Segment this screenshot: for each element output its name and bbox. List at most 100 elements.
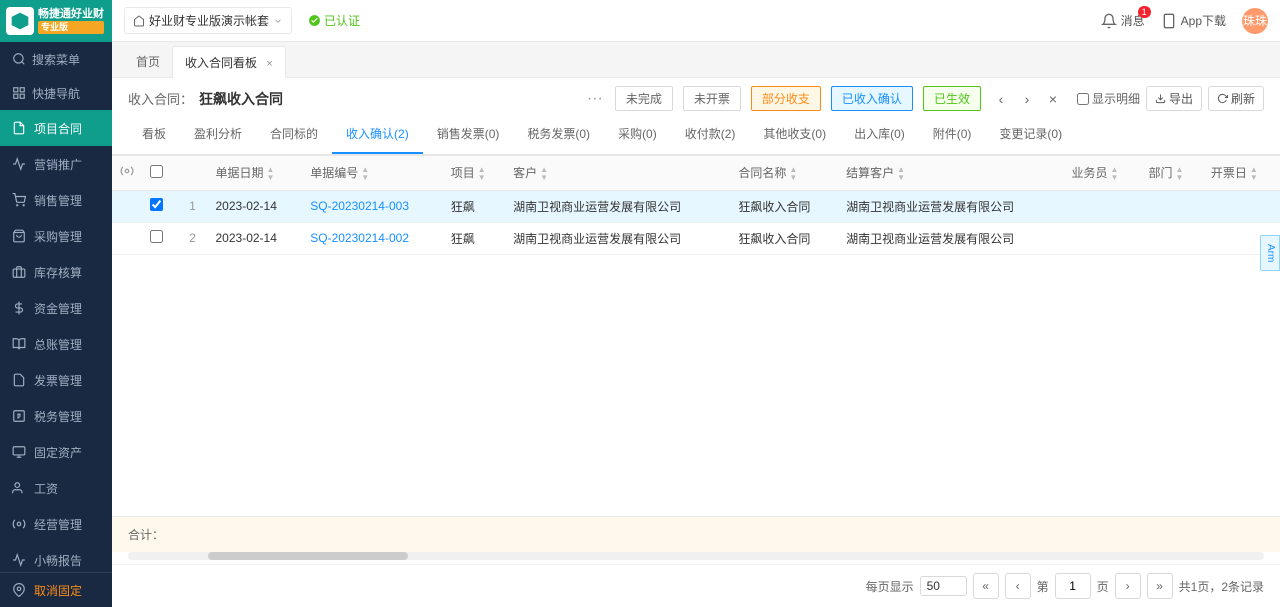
sub-tab-warehouse[interactable]: 出入库(0) [840,115,919,154]
status-uninvoiced[interactable]: 未开票 [683,86,741,111]
invoice-icon [10,371,28,389]
sub-tab-profit[interactable]: 盈利分析 [180,115,256,154]
breadcrumb-prefix: 收入合同： [128,89,193,108]
sales-icon [10,191,28,209]
purchase-icon [10,227,28,245]
sidebar-item-invoice-label: 发票管理 [34,372,82,389]
sidebar-logo: 畅捷通好业财 专业版 [0,0,112,42]
show-detail-label: 显示明细 [1092,90,1140,107]
status-confirmed[interactable]: 已收入确认 [831,86,913,111]
sidebar-item-purchase-label: 采购管理 [34,228,82,245]
sub-tab-other[interactable]: 其他收支(0) [749,115,840,154]
sub-tab-sales-invoice[interactable]: 销售发票(0) [423,115,514,154]
prev-page-btn[interactable]: ‹ [1005,573,1031,599]
hscroll-thumb[interactable] [208,552,408,560]
sidebar-item-inventory[interactable]: 库存核算 [0,254,112,290]
sidebar-item-contract[interactable]: 项目合同 [0,110,112,146]
table-row[interactable]: 1 2023-02-14 SQ-20230214-003 狂飙 湖南卫视商业运营… [112,190,1280,222]
sidebar-item-hr[interactable]: 工资 [0,470,112,506]
funds-icon [10,299,28,317]
tab-contract-board[interactable]: 收入合同看板 × [172,46,286,78]
table-container: 单据日期▲▼ 单据编号▲▼ 项目▲▼ 客户▲▼ 合同名称▲▼ 结算客户▲▼ 业务… [112,155,1280,516]
sidebar-item-tax[interactable]: 税务管理 [0,398,112,434]
last-page-btn[interactable]: » [1147,573,1173,599]
sub-tab-revenue[interactable]: 收入确认(2) [332,115,423,154]
page-suffix: 页 [1097,578,1109,595]
status-incomplete[interactable]: 未完成 [615,86,673,111]
tab-close-btn[interactable]: × [266,58,272,70]
sidebar-item-inventory-label: 库存核算 [34,264,82,281]
doc-link-0[interactable]: SQ-20230214-003 [310,199,409,213]
sidebar-item-contract-label: 项目合同 [34,120,82,137]
next-page-btn[interactable]: › [1115,573,1141,599]
row-checkbox-0[interactable] [150,198,163,211]
sidebar-item-accounting[interactable]: 总账管理 [0,326,112,362]
sidebar-bottom-unpin-label: 取消固定 [34,582,82,599]
nav-next-btn[interactable]: › [1017,89,1037,109]
app-download-label: App下载 [1181,12,1226,29]
sub-tab-payment[interactable]: 收付款(2) [671,115,750,154]
show-detail-checkbox[interactable] [1077,93,1089,105]
sidebar-item-assets[interactable]: 固定资产 [0,434,112,470]
sidebar-item-sales[interactable]: 销售管理 [0,182,112,218]
sidebar-item-report-label: 小畅报告 [34,552,82,569]
sidebar-item-purchase[interactable]: 采购管理 [0,218,112,254]
cell-number: SQ-20230214-003 [302,190,442,222]
cell-settings [112,190,142,222]
cell-date: 2023-02-14 [208,190,303,222]
status-partial[interactable]: 部分收支 [751,86,821,111]
sidebar-bottom-pin[interactable]: 取消固定 [0,573,112,607]
export-btn[interactable]: 导出 [1146,86,1202,111]
sidebar-item-marketing[interactable]: 营销推广 [0,146,112,182]
tab-home[interactable]: 首页 [124,46,172,77]
arm-btn[interactable]: Arm [1260,235,1280,271]
sidebar-item-report[interactable]: 小畅报告 [0,542,112,572]
user-avatar[interactable]: 珠珠 [1242,8,1268,34]
topbar-right: 消息 1 App下载 珠珠 [1101,8,1268,34]
sub-tab-target[interactable]: 合同标的 [256,115,332,154]
page-input[interactable] [1055,573,1091,599]
sidebar-item-sales-label: 销售管理 [34,192,82,209]
table-summary: 合计： [112,516,1280,552]
search-label: 搜索菜单 [32,51,80,68]
sidebar-item-invoice[interactable]: 发票管理 [0,362,112,398]
sub-tab-board[interactable]: 看板 [128,115,180,154]
table-row[interactable]: 2 2023-02-14 SQ-20230214-002 狂飙 湖南卫视商业运营… [112,222,1280,254]
marketing-icon [10,155,28,173]
th-checkbox [142,156,178,191]
table-hscroll[interactable] [112,552,1280,564]
refresh-btn[interactable]: 刷新 [1208,86,1264,111]
cell-index: 2 [178,222,208,254]
sidebar-item-funds[interactable]: 资金管理 [0,290,112,326]
nav-prev-btn[interactable]: ‹ [991,89,1011,109]
doc-link-1[interactable]: SQ-20230214-002 [310,231,409,245]
row-checkbox-1[interactable] [150,230,163,243]
assets-icon [10,443,28,461]
cell-end-customer: 湖南卫视商业运营发展有限公司 [838,190,1063,222]
th-contract: 合同名称▲▼ [730,156,838,191]
dots-btn[interactable]: ··· [587,90,603,108]
sub-tab-tax-invoice[interactable]: 税务发票(0) [513,115,604,154]
th-department: 部门▲▼ [1141,156,1203,191]
message-btn[interactable]: 消息 1 [1101,12,1145,29]
sub-tab-change[interactable]: 变更记录(0) [985,115,1076,154]
quick-nav[interactable]: 快捷导航 [0,76,112,110]
export-label: 导出 [1169,90,1193,107]
company-selector[interactable]: 好业财专业版演示帐套 [124,7,292,34]
app-download-btn[interactable]: App下载 [1161,12,1226,29]
first-page-btn[interactable]: « [973,573,999,599]
status-effective[interactable]: 已生效 [923,86,981,111]
th-open-date: 开票日▲▼ [1203,156,1280,191]
sidebar-item-ops[interactable]: 经营管理 [0,506,112,542]
sub-tab-purchase[interactable]: 采购(0) [604,115,671,154]
cell-settings [112,222,142,254]
per-page-select[interactable]: 20 50 100 [920,576,967,596]
user-name: 珠珠 [1243,12,1267,29]
nav-close-btn[interactable]: × [1043,89,1063,109]
message-badge: 1 [1138,6,1151,18]
data-table: 单据日期▲▼ 单据编号▲▼ 项目▲▼ 客户▲▼ 合同名称▲▼ 结算客户▲▼ 业务… [112,155,1280,255]
select-all-checkbox[interactable] [150,165,163,178]
sidebar-search[interactable]: 搜索菜单 [0,42,112,76]
sub-tab-attach[interactable]: 附件(0) [919,115,986,154]
th-number: 单据编号▲▼ [302,156,442,191]
